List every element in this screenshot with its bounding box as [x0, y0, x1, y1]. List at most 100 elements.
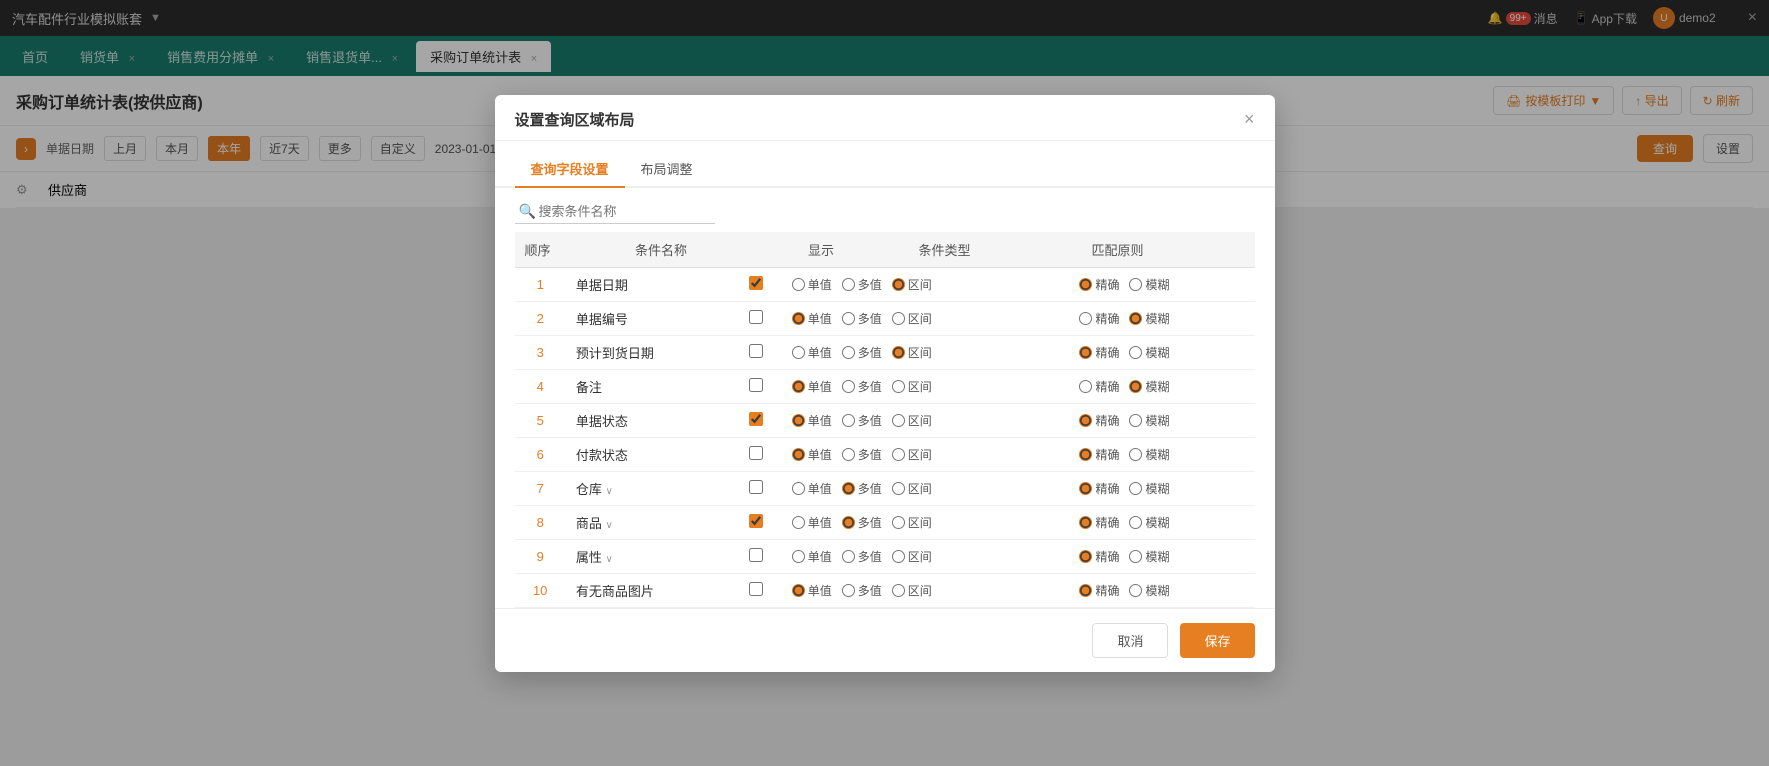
display-checkbox[interactable]	[749, 412, 763, 426]
cell-type[interactable]: 单值多值区间	[782, 369, 1070, 403]
match-option-exact[interactable]: 精确	[1079, 276, 1119, 293]
dialog-tab-query-fields[interactable]: 查询字段设置	[515, 151, 625, 188]
type-option-range[interactable]: 区间	[892, 514, 932, 531]
type-option-range[interactable]: 区间	[892, 548, 932, 565]
cell-type[interactable]: 单值多值区间	[782, 335, 1070, 369]
cell-type[interactable]: 单值多值区间	[782, 301, 1070, 335]
display-checkbox[interactable]	[749, 378, 763, 392]
match-option-exact[interactable]: 精确	[1079, 378, 1119, 395]
cell-display[interactable]	[730, 369, 781, 403]
match-option-fuzzy[interactable]: 模糊	[1129, 582, 1169, 599]
display-checkbox[interactable]	[749, 548, 763, 562]
display-checkbox[interactable]	[749, 446, 763, 460]
type-option-range[interactable]: 区间	[892, 412, 932, 429]
match-option-exact[interactable]: 精确	[1079, 514, 1119, 531]
match-option-exact[interactable]: 精确	[1079, 480, 1119, 497]
type-option-multi[interactable]: 多值	[842, 548, 882, 565]
cell-display[interactable]	[730, 403, 781, 437]
match-option-fuzzy[interactable]: 模糊	[1129, 310, 1169, 327]
cancel-button[interactable]: 取消	[1092, 623, 1168, 658]
cell-match[interactable]: 精确模糊	[1069, 505, 1254, 539]
cell-match[interactable]: 精确模糊	[1069, 268, 1254, 302]
display-checkbox[interactable]	[749, 276, 763, 290]
dialog-tab-layout-adjust[interactable]: 布局调整	[625, 151, 709, 188]
display-checkbox[interactable]	[749, 514, 763, 528]
cell-display[interactable]	[730, 268, 781, 302]
cell-type[interactable]: 单值多值区间	[782, 539, 1070, 573]
type-option-range[interactable]: 区间	[892, 378, 932, 395]
type-option-multi[interactable]: 多值	[842, 344, 882, 361]
cell-match[interactable]: 精确模糊	[1069, 403, 1254, 437]
dialog-close-button[interactable]: ×	[1244, 109, 1255, 130]
type-option-single[interactable]: 单值	[792, 480, 832, 497]
cell-type[interactable]: 单值多值区间	[782, 437, 1070, 471]
match-option-exact[interactable]: 精确	[1079, 582, 1119, 599]
type-option-range[interactable]: 区间	[892, 310, 932, 327]
type-option-multi[interactable]: 多值	[842, 514, 882, 531]
search-input[interactable]	[515, 200, 715, 224]
cell-match[interactable]: 精确模糊	[1069, 369, 1254, 403]
table-row: 3预计到货日期单值多值区间精确模糊	[515, 335, 1255, 369]
cell-display[interactable]	[730, 573, 781, 607]
cell-display[interactable]	[730, 335, 781, 369]
type-option-single[interactable]: 单值	[792, 310, 832, 327]
type-option-single[interactable]: 单值	[792, 276, 832, 293]
type-option-single[interactable]: 单值	[792, 514, 832, 531]
dialog-footer: 取消 保存	[495, 608, 1275, 672]
match-option-exact[interactable]: 精确	[1079, 412, 1119, 429]
type-option-multi[interactable]: 多值	[842, 446, 882, 463]
match-option-fuzzy[interactable]: 模糊	[1129, 378, 1169, 395]
cell-name: 单据日期	[566, 268, 730, 302]
cell-type[interactable]: 单值多值区间	[782, 471, 1070, 505]
cell-match[interactable]: 精确模糊	[1069, 471, 1254, 505]
cell-display[interactable]	[730, 471, 781, 505]
match-option-fuzzy[interactable]: 模糊	[1129, 548, 1169, 565]
type-option-single[interactable]: 单值	[792, 446, 832, 463]
cell-match[interactable]: 精确模糊	[1069, 539, 1254, 573]
match-option-fuzzy[interactable]: 模糊	[1129, 446, 1169, 463]
display-checkbox[interactable]	[749, 480, 763, 494]
cell-type[interactable]: 单值多值区间	[782, 573, 1070, 607]
match-option-exact[interactable]: 精确	[1079, 446, 1119, 463]
display-checkbox[interactable]	[749, 344, 763, 358]
cell-display[interactable]	[730, 505, 781, 539]
cell-match[interactable]: 精确模糊	[1069, 301, 1254, 335]
table-row: 7仓库 ∨单值多值区间精确模糊	[515, 471, 1255, 505]
type-option-multi[interactable]: 多值	[842, 276, 882, 293]
type-option-multi[interactable]: 多值	[842, 412, 882, 429]
type-option-multi[interactable]: 多值	[842, 582, 882, 599]
type-option-range[interactable]: 区间	[892, 276, 932, 293]
type-option-range[interactable]: 区间	[892, 446, 932, 463]
match-option-fuzzy[interactable]: 模糊	[1129, 344, 1169, 361]
match-option-exact[interactable]: 精确	[1079, 344, 1119, 361]
cell-type[interactable]: 单值多值区间	[782, 268, 1070, 302]
type-option-multi[interactable]: 多值	[842, 378, 882, 395]
match-option-exact[interactable]: 精确	[1079, 548, 1119, 565]
type-option-range[interactable]: 区间	[892, 344, 932, 361]
cell-display[interactable]	[730, 539, 781, 573]
cell-match[interactable]: 精确模糊	[1069, 335, 1254, 369]
cell-type[interactable]: 单值多值区间	[782, 505, 1070, 539]
match-option-fuzzy[interactable]: 模糊	[1129, 514, 1169, 531]
match-option-exact[interactable]: 精确	[1079, 310, 1119, 327]
display-checkbox[interactable]	[749, 310, 763, 324]
type-option-single[interactable]: 单值	[792, 344, 832, 361]
cell-display[interactable]	[730, 301, 781, 335]
type-option-single[interactable]: 单值	[792, 378, 832, 395]
cell-match[interactable]: 精确模糊	[1069, 573, 1254, 607]
cell-type[interactable]: 单值多值区间	[782, 403, 1070, 437]
display-checkbox[interactable]	[749, 582, 763, 596]
match-option-fuzzy[interactable]: 模糊	[1129, 480, 1169, 497]
type-option-single[interactable]: 单值	[792, 582, 832, 599]
match-option-fuzzy[interactable]: 模糊	[1129, 412, 1169, 429]
type-option-range[interactable]: 区间	[892, 582, 932, 599]
type-option-multi[interactable]: 多值	[842, 310, 882, 327]
type-option-single[interactable]: 单值	[792, 548, 832, 565]
type-option-single[interactable]: 单值	[792, 412, 832, 429]
cell-match[interactable]: 精确模糊	[1069, 437, 1254, 471]
save-button[interactable]: 保存	[1180, 623, 1254, 658]
type-option-multi[interactable]: 多值	[842, 480, 882, 497]
type-option-range[interactable]: 区间	[892, 480, 932, 497]
cell-display[interactable]	[730, 437, 781, 471]
match-option-fuzzy[interactable]: 模糊	[1129, 276, 1169, 293]
